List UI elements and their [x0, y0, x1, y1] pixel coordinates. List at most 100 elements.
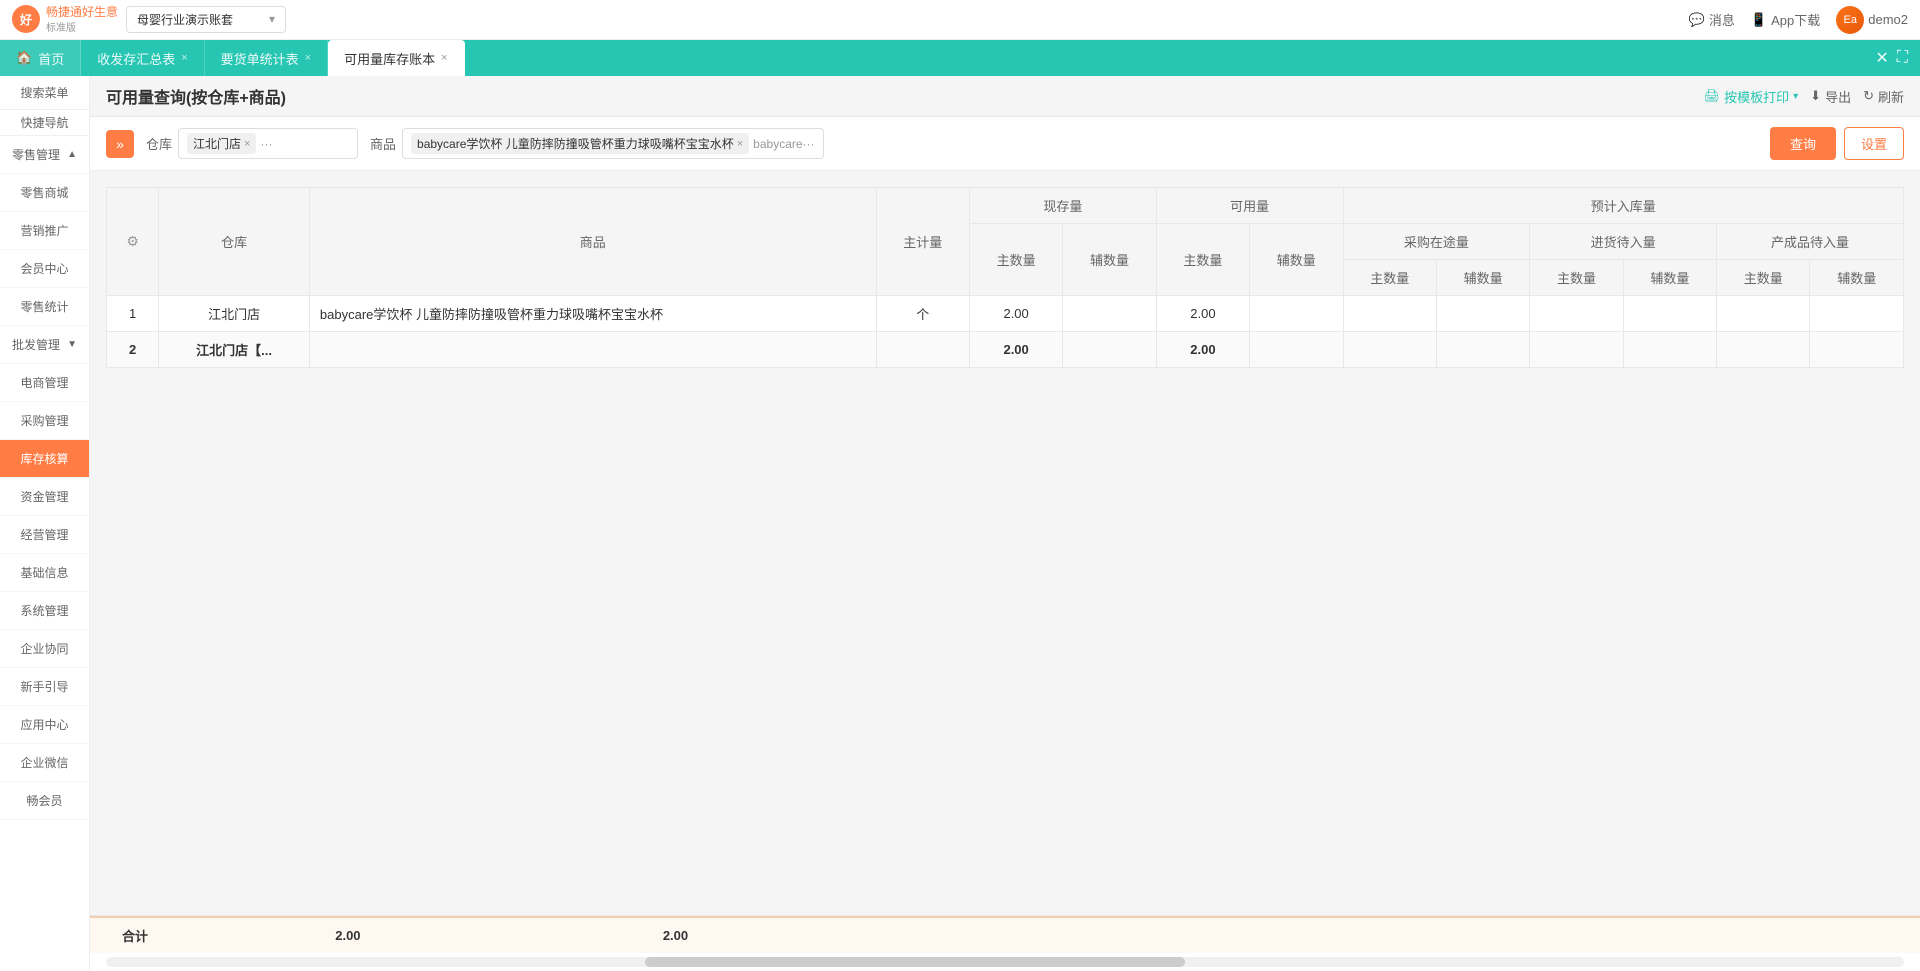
sidebar-item-basic-info[interactable]: 基础信息: [0, 554, 89, 592]
refresh-icon: ↻: [1863, 88, 1874, 104]
sidebar-item-enterprise-wechat[interactable]: 企业微信: [0, 744, 89, 782]
chevron-down-print: ▾: [1793, 91, 1798, 102]
table-header-row-1: ⚙ 仓库 商品 主计量 现存量 可用量 预计入库量: [107, 188, 1904, 224]
warehouse-tag-jiangbei: 江北门店 ×: [187, 133, 256, 154]
row1-current-aux: [1063, 296, 1156, 332]
tab-order-stats-close[interactable]: ×: [305, 52, 311, 64]
page-title: 可用量查询(按仓库+商品): [106, 84, 286, 108]
print-action[interactable]: 🖨 按模板打印 ▾: [1704, 87, 1799, 106]
table-footer-area: 合计 2.00 2.00: [90, 915, 1920, 971]
warehouse-tag-text: 江北门店: [193, 135, 241, 152]
product-tag-remove[interactable]: ×: [737, 138, 743, 150]
industry-select[interactable]: 母婴行业演示账套 ▾: [126, 6, 286, 33]
row1-purchasing-main: [1343, 296, 1436, 332]
tab-available-inventory-close[interactable]: ×: [441, 52, 447, 64]
sidebar-item-purchase[interactable]: 采购管理: [0, 402, 89, 440]
sidebar-item-member-label: 会员中心: [20, 260, 68, 277]
horizontal-scrollbar[interactable]: [106, 957, 1904, 967]
row2-production-main: [1717, 332, 1810, 368]
tab-receive-summary[interactable]: 收发存汇总表 ×: [81, 40, 204, 76]
app-icon: 📱: [1751, 12, 1767, 28]
sidebar-item-finance[interactable]: 资金管理: [0, 478, 89, 516]
setting-button[interactable]: 设置: [1844, 127, 1904, 160]
th-warehouse: 仓库: [159, 188, 310, 296]
th-available-main: 主数量: [1156, 224, 1249, 296]
sidebar-item-enterprise[interactable]: 企业协同: [0, 630, 89, 668]
close-window-icon[interactable]: ✕: [1875, 48, 1888, 68]
footer-current-main: 2.00: [266, 928, 430, 943]
top-bar-right: 💬 消息 📱 App下载 Ea demo2: [1689, 6, 1908, 34]
warehouse-tag-remove[interactable]: ×: [244, 138, 250, 150]
settings-icon: ⚙: [126, 233, 139, 249]
row2-incoming-main: [1530, 332, 1623, 368]
sidebar-item-retail-stats-label: 零售统计: [20, 298, 68, 315]
row1-available-main: 2.00: [1156, 296, 1249, 332]
sidebar-item-retail-mgmt[interactable]: 零售管理 ▲: [0, 136, 89, 174]
th-purchasing-aux: 辅数量: [1436, 260, 1529, 296]
warehouse-more[interactable]: ···: [260, 137, 272, 151]
sidebar-item-newbie[interactable]: 新手引导: [0, 668, 89, 706]
print-icon: 🖨: [1704, 88, 1721, 104]
export-action[interactable]: ⬇ 导出: [1810, 87, 1851, 106]
sidebar-item-enterprise-label: 企业协同: [20, 640, 68, 657]
sidebar-item-inventory[interactable]: 库存核算: [0, 440, 89, 478]
row1-unit: 个: [876, 296, 969, 332]
th-settings[interactable]: ⚙: [107, 188, 159, 296]
th-incoming-group: 进货待入量: [1530, 224, 1717, 260]
sidebar-item-member[interactable]: 会员中心: [0, 250, 89, 288]
tab-home[interactable]: 🏠 首页: [0, 40, 81, 76]
sidebar: 搜索菜单 快捷导航 零售管理 ▲ 零售商城 营销推广 会员中心 零售统计 批发管…: [0, 76, 90, 971]
sidebar-item-retail-stats[interactable]: 零售统计: [0, 288, 89, 326]
filter-expand-button[interactable]: »: [106, 130, 134, 158]
sidebar-item-ecommerce-label: 电商管理: [20, 374, 68, 391]
home-icon: 🏠: [16, 50, 32, 66]
sidebar-item-member2[interactable]: 畅会员: [0, 782, 89, 820]
avatar: Ea: [1836, 6, 1864, 34]
sidebar-item-system[interactable]: 系统管理: [0, 592, 89, 630]
row1-production-main: [1717, 296, 1810, 332]
tab-available-inventory-label: 可用量库存账本: [344, 49, 435, 68]
sidebar-item-retail-mgmt-label: 零售管理: [12, 146, 60, 163]
export-icon: ⬇: [1810, 88, 1821, 104]
sidebar-search[interactable]: 搜索菜单: [0, 76, 89, 110]
sidebar-item-retail-store[interactable]: 零售商城: [0, 174, 89, 212]
tab-receive-summary-close[interactable]: ×: [181, 52, 187, 64]
th-current-main: 主数量: [969, 224, 1062, 296]
sidebar-item-ecommerce[interactable]: 电商管理: [0, 364, 89, 402]
tab-order-stats[interactable]: 要货单统计表 ×: [205, 40, 328, 76]
row1-index: 1: [107, 296, 159, 332]
warehouse-filter-label: 仓库: [146, 134, 172, 153]
top-bar: 好 畅捷通好生意 标准版 母婴行业演示账套 ▾ 💬 消息 📱 App下载 Ea …: [0, 0, 1920, 40]
message-action[interactable]: 💬 消息: [1689, 10, 1735, 29]
app-download-action[interactable]: 📱 App下载: [1751, 10, 1820, 29]
th-current-aux: 辅数量: [1063, 224, 1156, 296]
sidebar-item-marketing[interactable]: 营销推广: [0, 212, 89, 250]
refresh-label: 刷新: [1878, 87, 1904, 106]
sidebar-item-app-center[interactable]: 应用中心: [0, 706, 89, 744]
refresh-action[interactable]: ↻ 刷新: [1863, 87, 1904, 106]
tab-available-inventory[interactable]: 可用量库存账本 ×: [328, 40, 464, 76]
row1-purchasing-aux: [1436, 296, 1529, 332]
maximize-icon[interactable]: ⛶: [1897, 49, 1908, 67]
product-filter-input[interactable]: babycare学饮杯 儿童防摔防撞吸管杯重力球吸嘴杯宝宝水杯 × babyca…: [402, 128, 824, 159]
row2-product: [309, 332, 876, 368]
scrollbar-thumb[interactable]: [645, 957, 1184, 967]
th-available-aux: 辅数量: [1250, 224, 1343, 296]
tab-controls: ✕ ⛶: [1863, 48, 1920, 68]
row1-available-aux: [1250, 296, 1343, 332]
table-row: 2 江北门店【... 2.00 2.00: [107, 332, 1904, 368]
product-more[interactable]: babycare···: [753, 137, 814, 151]
user-menu[interactable]: Ea demo2: [1836, 6, 1908, 34]
row2-incoming-aux: [1623, 332, 1716, 368]
main-layout: 搜索菜单 快捷导航 零售管理 ▲ 零售商城 营销推广 会员中心 零售统计 批发管…: [0, 76, 1920, 971]
sidebar-item-newbie-label: 新手引导: [20, 678, 68, 695]
product-filter: 商品 babycare学饮杯 儿童防摔防撞吸管杯重力球吸嘴杯宝宝水杯 × bab…: [370, 128, 824, 159]
row1-product: babycare学饮杯 儿童防摔防撞吸管杯重力球吸嘴杯宝宝水杯: [309, 296, 876, 332]
sidebar-item-operations[interactable]: 经营管理: [0, 516, 89, 554]
sidebar-quicknav[interactable]: 快捷导航: [0, 110, 89, 136]
sidebar-item-wholesale[interactable]: 批发管理 ▼: [0, 326, 89, 364]
query-button[interactable]: 查询: [1770, 127, 1836, 160]
tab-receive-summary-label: 收发存汇总表: [97, 49, 175, 68]
sidebar-item-wholesale-label: 批发管理: [12, 336, 60, 353]
warehouse-filter-input[interactable]: 江北门店 × ···: [178, 128, 358, 159]
